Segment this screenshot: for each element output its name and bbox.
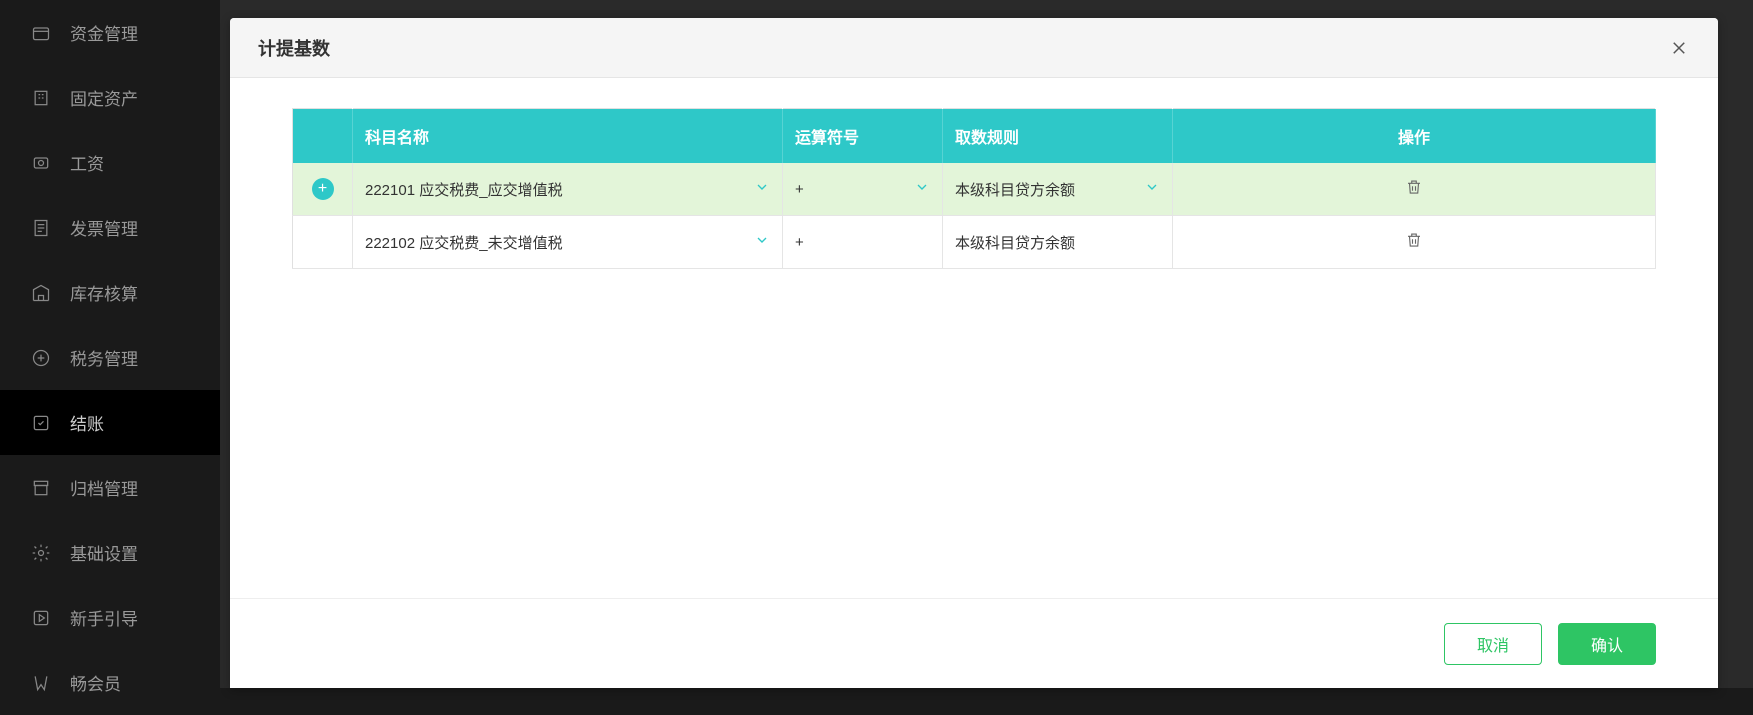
close-button[interactable] (1668, 37, 1690, 59)
inventory-icon (30, 282, 52, 304)
subject-name: 222102 应交税费_未交增值税 (365, 232, 563, 253)
archive-icon (30, 477, 52, 499)
sidebar-item-label: 新手引导 (70, 605, 138, 630)
subject-cell[interactable]: 222101 应交税费_应交增值税 (353, 163, 783, 216)
operator-cell[interactable]: + (783, 163, 943, 216)
header-action: 操作 (1173, 109, 1656, 164)
sidebar-item-label: 工资 (70, 150, 104, 175)
sidebar-item-label: 税务管理 (70, 345, 138, 370)
operator-cell[interactable]: + (783, 216, 943, 269)
sidebar-item-fixed-assets[interactable]: 固定资产 (0, 65, 220, 130)
sidebar-item-tax[interactable]: 税务管理 (0, 325, 220, 390)
rule-value: 本级科目贷方余额 (955, 179, 1075, 200)
table-row: + 222101 应交税费_应交增值税 + (293, 163, 1656, 216)
sidebar-item-label: 畅会员 (70, 670, 121, 695)
confirm-button[interactable]: 确认 (1558, 623, 1656, 665)
modal-title: 计提基数 (258, 35, 330, 61)
action-cell (1173, 163, 1656, 216)
rule-cell[interactable]: 本级科目贷方余额 (943, 216, 1173, 269)
play-icon (30, 607, 52, 629)
rule-value: 本级科目贷方余额 (955, 235, 1075, 252)
chevron-down-icon (754, 232, 770, 252)
sidebar-item-label: 基础设置 (70, 540, 138, 565)
sidebar-item-label: 发票管理 (70, 215, 138, 240)
building-icon (30, 87, 52, 109)
modal-body: 科目名称 运算符号 取数规则 操作 + 222101 应交税费_应交增值税 (230, 78, 1718, 598)
subject-name: 222101 应交税费_应交增值税 (365, 179, 563, 200)
tax-icon (30, 347, 52, 369)
header-add (293, 109, 353, 164)
member-icon (30, 672, 52, 694)
invoice-icon (30, 217, 52, 239)
salary-icon (30, 152, 52, 174)
trash-icon (1405, 178, 1423, 196)
trash-icon (1405, 231, 1423, 249)
cancel-button[interactable]: 取消 (1444, 623, 1542, 665)
sidebar-item-label: 结账 (70, 410, 104, 435)
sidebar-item-label: 归档管理 (70, 475, 138, 500)
chevron-down-icon (754, 179, 770, 199)
closing-icon (30, 412, 52, 434)
header-name: 科目名称 (353, 109, 783, 164)
modal-footer: 取消 确认 (230, 598, 1718, 688)
sidebar: 资金管理 固定资产 工资 发票管理 库存核算 税务管理 结账 (0, 0, 220, 688)
header-operator: 运算符号 (783, 109, 943, 164)
sidebar-item-member[interactable]: 畅会员 (0, 650, 220, 715)
sidebar-item-inventory[interactable]: 库存核算 (0, 260, 220, 325)
modal-header: 计提基数 (230, 18, 1718, 78)
sidebar-item-funds[interactable]: 资金管理 (0, 0, 220, 65)
add-row-button[interactable]: + (312, 178, 334, 200)
action-cell (1173, 216, 1656, 269)
table-row: 222102 应交税费_未交增值税 + 本级科目贷方余额 (293, 216, 1656, 269)
sidebar-item-closing[interactable]: 结账 (0, 390, 220, 455)
operator-value: + (795, 234, 804, 251)
sidebar-item-guide[interactable]: 新手引导 (0, 585, 220, 650)
funds-icon (30, 22, 52, 44)
subject-cell[interactable]: 222102 应交税费_未交增值税 (353, 216, 783, 269)
header-rule: 取数规则 (943, 109, 1173, 164)
sidebar-item-invoice[interactable]: 发票管理 (0, 195, 220, 260)
delete-row-button[interactable] (1405, 178, 1423, 196)
chevron-down-icon (914, 179, 930, 199)
add-cell (293, 216, 353, 269)
sidebar-item-label: 资金管理 (70, 20, 138, 45)
sidebar-item-label: 库存核算 (70, 280, 138, 305)
sidebar-item-label: 固定资产 (70, 85, 138, 110)
close-icon (1670, 39, 1688, 57)
chevron-down-icon (1144, 179, 1160, 199)
data-table: 科目名称 运算符号 取数规则 操作 + 222101 应交税费_应交增值税 (292, 108, 1656, 269)
sidebar-item-settings[interactable]: 基础设置 (0, 520, 220, 585)
add-cell: + (293, 163, 353, 216)
modal-dialog: 计提基数 科目名称 运算符号 取数规则 操作 + (230, 18, 1718, 688)
sidebar-item-salary[interactable]: 工资 (0, 130, 220, 195)
sidebar-item-archive[interactable]: 归档管理 (0, 455, 220, 520)
delete-row-button[interactable] (1405, 231, 1423, 249)
rule-cell[interactable]: 本级科目贷方余额 (943, 163, 1173, 216)
operator-value: + (795, 181, 804, 198)
gear-icon (30, 542, 52, 564)
